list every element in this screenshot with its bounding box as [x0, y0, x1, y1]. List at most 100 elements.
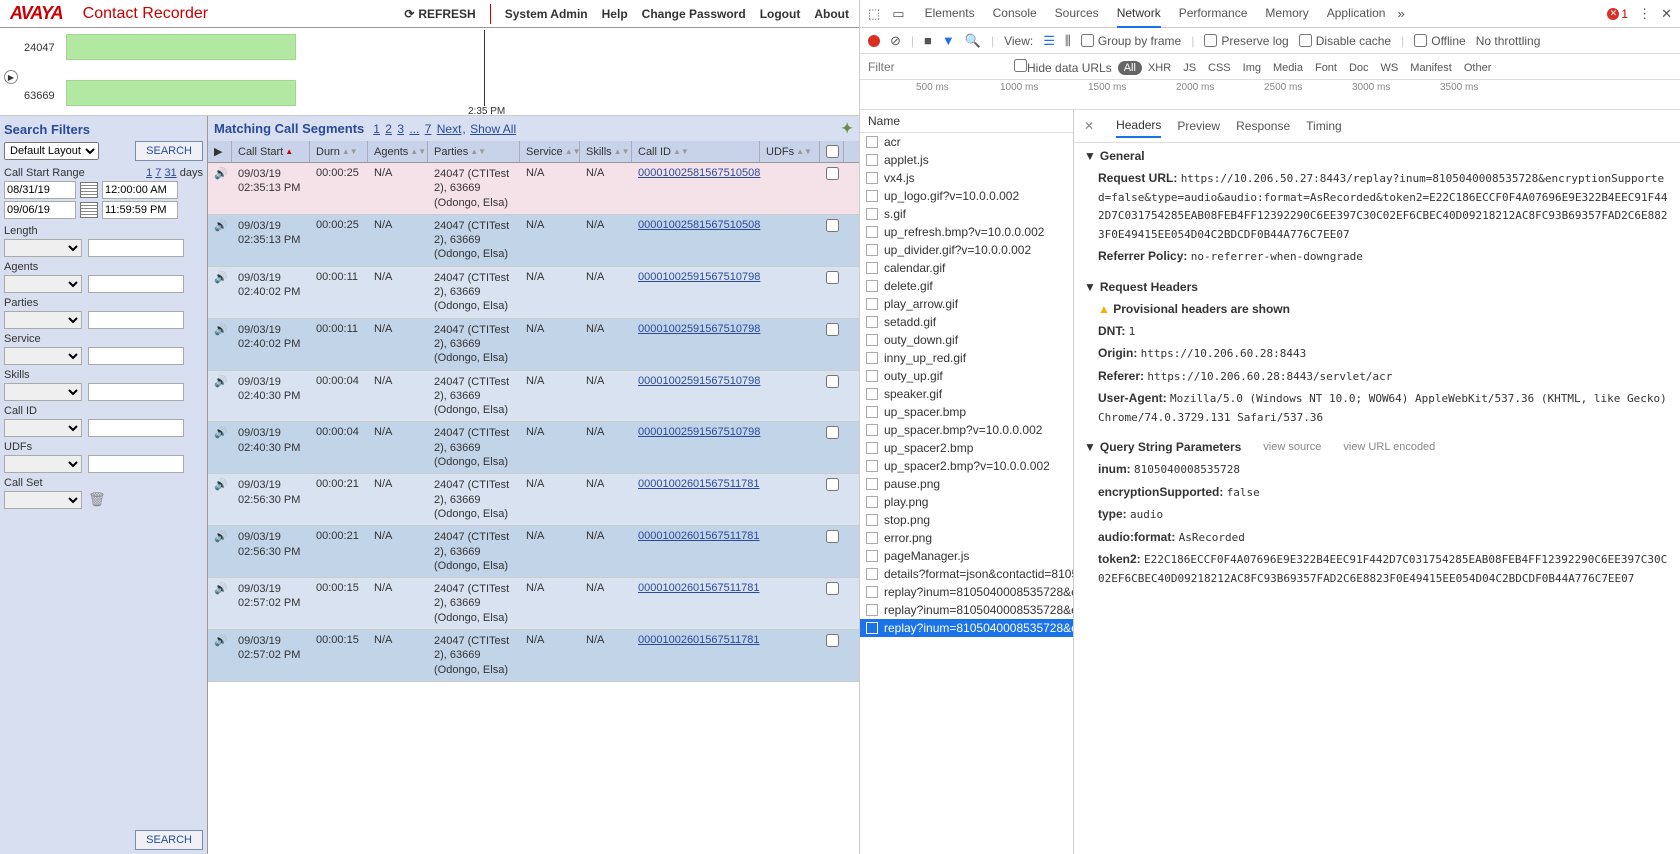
- callid-link[interactable]: 00001002601567511781: [638, 478, 760, 490]
- filter-select-parties[interactable]: [4, 311, 82, 329]
- callid-link[interactable]: 00001002591567510798: [638, 271, 760, 283]
- speaker-icon[interactable]: 🔊: [208, 474, 232, 525]
- type-font[interactable]: Font: [1309, 61, 1343, 75]
- request-row[interactable]: up_divider.gif?v=10.0.0.002: [860, 241, 1073, 259]
- tab-preview[interactable]: Preview: [1177, 115, 1220, 137]
- chevron-down-icon[interactable]: ▼: [1084, 149, 1096, 163]
- layout-select[interactable]: Default Layout: [4, 142, 99, 160]
- filter-input[interactable]: [88, 347, 184, 365]
- devtools-tab-elements[interactable]: Elements: [925, 0, 975, 28]
- request-row[interactable]: up_logo.gif?v=10.0.0.002: [860, 187, 1073, 205]
- request-row[interactable]: stop.png: [860, 511, 1073, 529]
- tab-headers[interactable]: Headers: [1116, 114, 1161, 138]
- col-parties[interactable]: Parties▲▼: [428, 141, 520, 162]
- chevron-down-icon[interactable]: ▼: [1084, 440, 1096, 454]
- error-badge[interactable]: ✕1: [1607, 7, 1628, 21]
- play-icon[interactable]: ▶: [4, 70, 18, 84]
- chevron-down-icon[interactable]: ▼: [1084, 280, 1096, 294]
- type-img[interactable]: Img: [1237, 61, 1267, 75]
- filter-select-call-id[interactable]: [4, 419, 82, 437]
- filter-input[interactable]: [88, 239, 184, 257]
- type-css[interactable]: CSS: [1202, 61, 1237, 75]
- col-play[interactable]: ▶: [208, 141, 232, 162]
- table-row[interactable]: 🔊 09/03/19 02:56:30 PM 00:00:21 N/A 2404…: [208, 474, 859, 526]
- devtools-tab-network[interactable]: Network: [1117, 0, 1161, 28]
- filter-input[interactable]: [868, 60, 1008, 74]
- refresh-button[interactable]: ⟳ REFRESH: [404, 7, 475, 21]
- request-row[interactable]: acr: [860, 133, 1073, 151]
- disable-cache-checkbox[interactable]: Disable cache: [1299, 34, 1391, 48]
- speaker-icon[interactable]: 🔊: [208, 578, 232, 629]
- timeline-bar-2[interactable]: [66, 80, 296, 106]
- type-all[interactable]: All: [1118, 61, 1142, 75]
- request-row[interactable]: up_spacer2.bmp: [860, 439, 1073, 457]
- row-checkbox[interactable]: [826, 478, 839, 491]
- names-header[interactable]: Name: [860, 110, 1073, 133]
- request-row[interactable]: vx4.js: [860, 169, 1073, 187]
- request-row[interactable]: up_refresh.bmp?v=10.0.0.002: [860, 223, 1073, 241]
- record-icon[interactable]: [868, 35, 880, 47]
- offline-checkbox[interactable]: Offline: [1414, 34, 1465, 48]
- filter-select-call-set[interactable]: [4, 491, 82, 509]
- speaker-icon[interactable]: 🔊: [208, 319, 232, 370]
- row-checkbox[interactable]: [826, 219, 839, 232]
- menu-change-password[interactable]: Change Password: [642, 7, 746, 21]
- type-doc[interactable]: Doc: [1343, 61, 1375, 75]
- devtools-tab-performance[interactable]: Performance: [1179, 0, 1248, 28]
- callid-link[interactable]: 00001002581567510508: [638, 219, 760, 231]
- speaker-icon[interactable]: 🔊: [208, 526, 232, 577]
- timeline-cursor[interactable]: [484, 30, 485, 106]
- days-1[interactable]: 1: [146, 167, 152, 179]
- filter-input[interactable]: [88, 275, 184, 293]
- request-row[interactable]: delete.gif: [860, 277, 1073, 295]
- page-next[interactable]: Next: [437, 122, 462, 136]
- inspect-icon[interactable]: ⬚: [868, 6, 880, 22]
- group-checkbox[interactable]: Group by frame: [1081, 34, 1181, 48]
- page-1[interactable]: 1: [373, 122, 380, 136]
- trash-icon[interactable]: 🗑: [88, 491, 106, 509]
- more-tabs-icon[interactable]: »: [1397, 6, 1404, 21]
- callid-link[interactable]: 00001002601567511781: [638, 634, 760, 646]
- callid-link[interactable]: 00001002591567510798: [638, 375, 760, 387]
- filter-select-length[interactable]: [4, 239, 82, 257]
- days-7[interactable]: 7: [155, 167, 161, 179]
- camera-icon[interactable]: ■: [924, 33, 932, 48]
- speaker-icon[interactable]: 🔊: [208, 267, 232, 318]
- request-row[interactable]: inny_up_red.gif: [860, 349, 1073, 367]
- filter-select-service[interactable]: [4, 347, 82, 365]
- table-row[interactable]: 🔊 09/03/19 02:40:02 PM 00:00:11 N/A 2404…: [208, 319, 859, 371]
- filter-input[interactable]: [88, 311, 184, 329]
- view-list-icon[interactable]: ☰: [1043, 33, 1055, 49]
- preserve-checkbox[interactable]: Preserve log: [1204, 34, 1288, 48]
- speaker-icon[interactable]: 🔊: [208, 422, 232, 473]
- col-udfs[interactable]: UDFs▲▼: [760, 141, 820, 162]
- table-row[interactable]: 🔊 09/03/19 02:40:30 PM 00:00:04 N/A 2404…: [208, 371, 859, 423]
- request-row[interactable]: play_arrow.gif: [860, 295, 1073, 313]
- devtools-tab-memory[interactable]: Memory: [1265, 0, 1308, 28]
- request-row[interactable]: replay?inum=8105040008535728&enc...: [860, 601, 1073, 619]
- menu-logout[interactable]: Logout: [760, 7, 801, 21]
- menu-system-admin[interactable]: System Admin: [505, 7, 588, 21]
- speaker-icon[interactable]: 🔊: [208, 163, 232, 214]
- request-row[interactable]: replay?inum=8105040008535728&enc...: [860, 619, 1073, 637]
- view-large-icon[interactable]: ⫼: [1065, 33, 1071, 49]
- date-from[interactable]: [4, 181, 76, 199]
- calendar-icon[interactable]: [80, 202, 98, 218]
- row-checkbox[interactable]: [826, 323, 839, 336]
- request-row[interactable]: up_spacer.bmp: [860, 403, 1073, 421]
- request-row[interactable]: replay?inum=8105040008535728&enc...: [860, 583, 1073, 601]
- calendar-icon[interactable]: [80, 182, 98, 198]
- date-to[interactable]: [4, 201, 76, 219]
- throttle-select[interactable]: No throttling: [1476, 34, 1541, 48]
- close-detail-icon[interactable]: ✕: [1084, 119, 1094, 133]
- tab-response[interactable]: Response: [1236, 115, 1290, 137]
- days-31[interactable]: 31: [164, 167, 176, 179]
- view-source-link[interactable]: view source: [1263, 441, 1321, 453]
- request-row[interactable]: details?format=json&contactid=8105...: [860, 565, 1073, 583]
- search-button-top[interactable]: SEARCH: [135, 141, 203, 161]
- table-row[interactable]: 🔊 09/03/19 02:40:02 PM 00:00:11 N/A 2404…: [208, 267, 859, 319]
- devtools-tab-sources[interactable]: Sources: [1055, 0, 1099, 28]
- callid-link[interactable]: 00001002591567510798: [638, 426, 760, 438]
- row-checkbox[interactable]: [826, 167, 839, 180]
- type-media[interactable]: Media: [1267, 61, 1309, 75]
